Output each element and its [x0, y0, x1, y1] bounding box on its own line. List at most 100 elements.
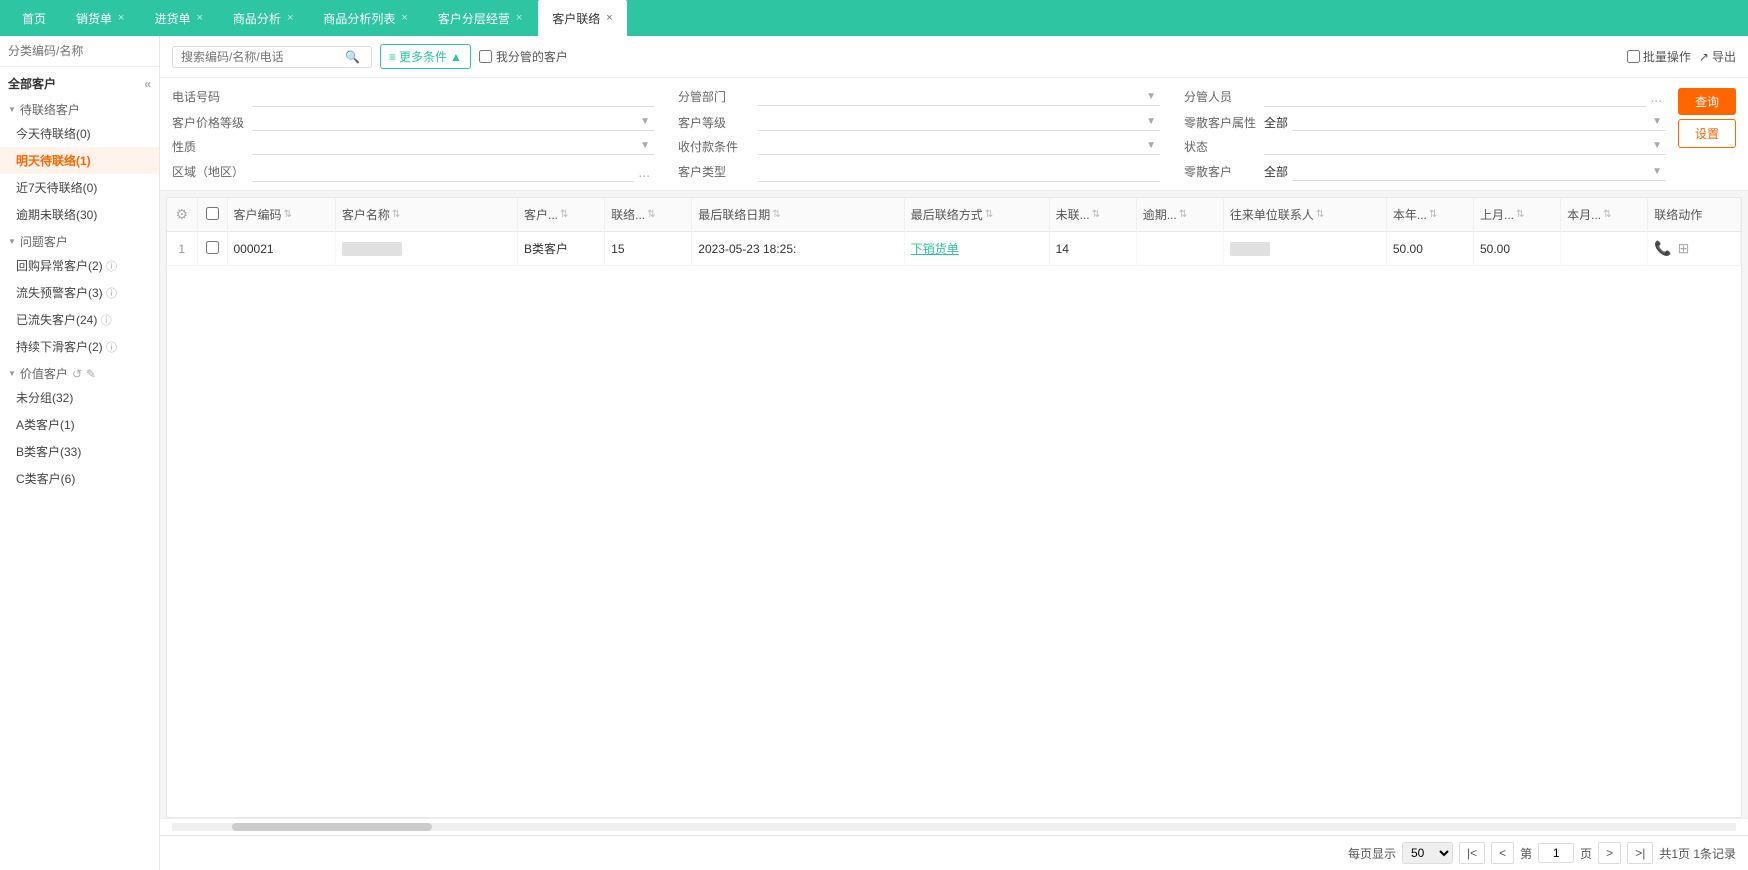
filter-phone-input[interactable] — [252, 86, 654, 107]
sidebar-all-customers[interactable]: 全部客户 « — [0, 67, 159, 96]
sort-icon[interactable]: ⇅ — [985, 209, 993, 220]
batch-checkbox[interactable] — [1627, 50, 1640, 63]
nav-sales-order[interactable]: 销货单 × — [62, 0, 138, 36]
sort-icon[interactable]: ⇅ — [1516, 209, 1524, 220]
search-icon[interactable]: 🔍 — [345, 50, 360, 64]
sort-icon[interactable]: ⇅ — [1429, 209, 1437, 220]
settings-button[interactable]: 设置 — [1678, 119, 1736, 148]
sidebar-item-c-class[interactable]: C类客户(6) — [0, 465, 159, 492]
filter-cell-payment: 收付款条件 ▼ — [678, 137, 1160, 155]
page-size-select[interactable]: 50 100 200 — [1402, 842, 1453, 864]
refresh-icon[interactable]: ↺ — [72, 367, 82, 381]
filter-row-2: 客户价格等级 ▼ 客户等级 ▼ — [172, 113, 1666, 131]
query-button[interactable]: 查询 — [1678, 88, 1736, 115]
sort-icon[interactable]: ⇅ — [284, 209, 292, 220]
horizontal-scrollbar-track[interactable] — [172, 823, 1736, 831]
close-icon[interactable]: × — [118, 12, 124, 24]
sidebar-item-ungrouped[interactable]: 未分组(32) — [0, 384, 159, 411]
export-button[interactable]: ↗ 导出 — [1699, 48, 1736, 65]
filter-manager-more[interactable]: ... — [1646, 89, 1666, 105]
my-customers-checkbox[interactable] — [479, 50, 492, 63]
sidebar-item-b-class[interactable]: B类客户(33) — [0, 438, 159, 465]
top-navigation: 首页 销货单 × 进货单 × 商品分析 × 商品分析列表 × 客户分层经营 × … — [0, 0, 1748, 36]
sidebar-value-group: 价值客户 ↺ ✎ — [0, 360, 159, 384]
nav-home[interactable]: 首页 — [8, 0, 60, 36]
sidebar-item-declining[interactable]: 持续下滑客户(2) ⓘ — [0, 333, 159, 360]
sort-icon[interactable]: ⇅ — [772, 209, 780, 220]
prev-page-button[interactable]: < — [1491, 842, 1514, 864]
close-icon[interactable]: × — [516, 12, 522, 24]
sidebar-search-input[interactable] — [8, 44, 160, 58]
contact-method-link[interactable]: 下销货单 — [911, 242, 959, 256]
filter-level-select[interactable]: ▼ — [758, 113, 1160, 131]
col-last-contact-date: 最后联络日期 ⇅ — [692, 198, 905, 232]
more-action-icon[interactable]: ⊞ — [1678, 240, 1690, 257]
row-checkbox-cell — [197, 232, 227, 266]
next-page-button[interactable]: > — [1598, 842, 1621, 864]
gear-icon[interactable]: ⚙ — [175, 206, 188, 222]
filter-region-input[interactable] — [252, 161, 634, 182]
nav-product-analysis-list[interactable]: 商品分析列表 × — [309, 0, 421, 36]
nav-customer-layering[interactable]: 客户分层经营 × — [424, 0, 536, 36]
sort-icon[interactable]: ⇅ — [1316, 209, 1324, 220]
filter-manager-input[interactable] — [1264, 86, 1646, 107]
sidebar-item-churned[interactable]: 已流失客户(24) ⓘ — [0, 306, 159, 333]
close-icon[interactable]: × — [401, 12, 407, 24]
nav-purchase-order[interactable]: 进货单 × — [140, 0, 216, 36]
select-all-checkbox[interactable] — [206, 207, 219, 220]
close-icon[interactable]: × — [196, 12, 202, 24]
sidebar-item-overdue-contact[interactable]: 逾期未联络(30) — [0, 201, 159, 228]
first-page-button[interactable]: |< — [1459, 842, 1485, 864]
filter-gender-label: 性质 — [172, 138, 252, 155]
chevron-down-icon: ▼ — [1652, 166, 1662, 177]
sidebar-item-abnormal-repurchase[interactable]: 回购异常客户(2) ⓘ — [0, 252, 159, 279]
advanced-filter-panel: 电话号码 分管部门 ▼ 分管人员 — [160, 78, 1748, 191]
sort-icon[interactable]: ⇅ — [1179, 209, 1187, 220]
close-icon[interactable]: × — [287, 12, 293, 24]
more-conditions-button[interactable]: ≡ 更多条件 ▲ — [380, 44, 471, 69]
col-checkbox — [197, 198, 227, 232]
nav-customer-contact[interactable]: 客户联络 × — [538, 0, 626, 36]
filter-type-input[interactable] — [758, 161, 1160, 182]
sidebar-item-7days-contact[interactable]: 近7天待联络(0) — [0, 174, 159, 201]
sidebar-item-a-class[interactable]: A类客户(1) — [0, 411, 159, 438]
filter-region-more[interactable]: ... — [634, 164, 654, 180]
sidebar-item-churn-warning[interactable]: 流失预警客户(3) ⓘ — [0, 279, 159, 306]
row-type-cell: B类客户 — [518, 232, 605, 266]
filter-retail-attr-select[interactable]: ▼ — [1292, 113, 1666, 131]
row-checkbox[interactable] — [206, 241, 219, 254]
sidebar-item-today-contact[interactable]: 今天待联络(0) — [0, 120, 159, 147]
horizontal-scrollbar-thumb[interactable] — [232, 823, 432, 831]
filter-gender-select[interactable]: ▼ — [252, 137, 654, 155]
chevron-down-icon: ▼ — [1146, 140, 1156, 151]
filter-status-label: 状态 — [1184, 138, 1264, 155]
close-icon[interactable]: × — [606, 12, 612, 24]
info-icon: ⓘ — [106, 261, 117, 273]
filter-price-select[interactable]: ▼ — [252, 113, 654, 131]
last-page-button[interactable]: >| — [1627, 842, 1653, 864]
filter-cell-customer-type: 客户类型 — [678, 161, 1160, 182]
sort-icon[interactable]: ⇅ — [1092, 209, 1100, 220]
my-customers-filter[interactable]: 我分管的客户 — [479, 48, 568, 65]
filter-status-select[interactable]: ▼ — [1264, 137, 1666, 155]
filter-retail-customer-select[interactable]: ▼ — [1292, 163, 1666, 181]
row-last-contact-date-cell: 2023-05-23 18:25: — [692, 232, 905, 266]
col-gear: ⚙ — [167, 198, 197, 232]
collapse-icon[interactable]: « — [144, 77, 151, 91]
main-search-input[interactable] — [181, 50, 341, 64]
sidebar-item-tomorrow-contact[interactable]: 明天待联络(1) — [0, 147, 159, 174]
batch-operate-checkbox[interactable]: 批量操作 — [1627, 48, 1691, 65]
sort-icon[interactable]: ⇅ — [392, 209, 400, 220]
sort-icon[interactable]: ⇅ — [647, 209, 655, 220]
filter-cell-status: 状态 ▼ — [1184, 137, 1666, 155]
call-icon[interactable]: 📞 — [1654, 240, 1671, 257]
filter-cell-manager: 分管人员 ... — [1184, 86, 1666, 107]
page-input[interactable] — [1538, 843, 1574, 863]
edit-icon[interactable]: ✎ — [86, 367, 96, 381]
filter-dept-select[interactable]: ▼ — [758, 88, 1160, 106]
nav-product-analysis[interactable]: 商品分析 × — [219, 0, 307, 36]
sort-icon[interactable]: ⇅ — [1603, 209, 1611, 220]
sort-icon[interactable]: ⇅ — [560, 209, 568, 220]
sidebar-search-area: 🔍 — [0, 36, 159, 67]
filter-payment-select[interactable]: ▼ — [758, 137, 1160, 155]
